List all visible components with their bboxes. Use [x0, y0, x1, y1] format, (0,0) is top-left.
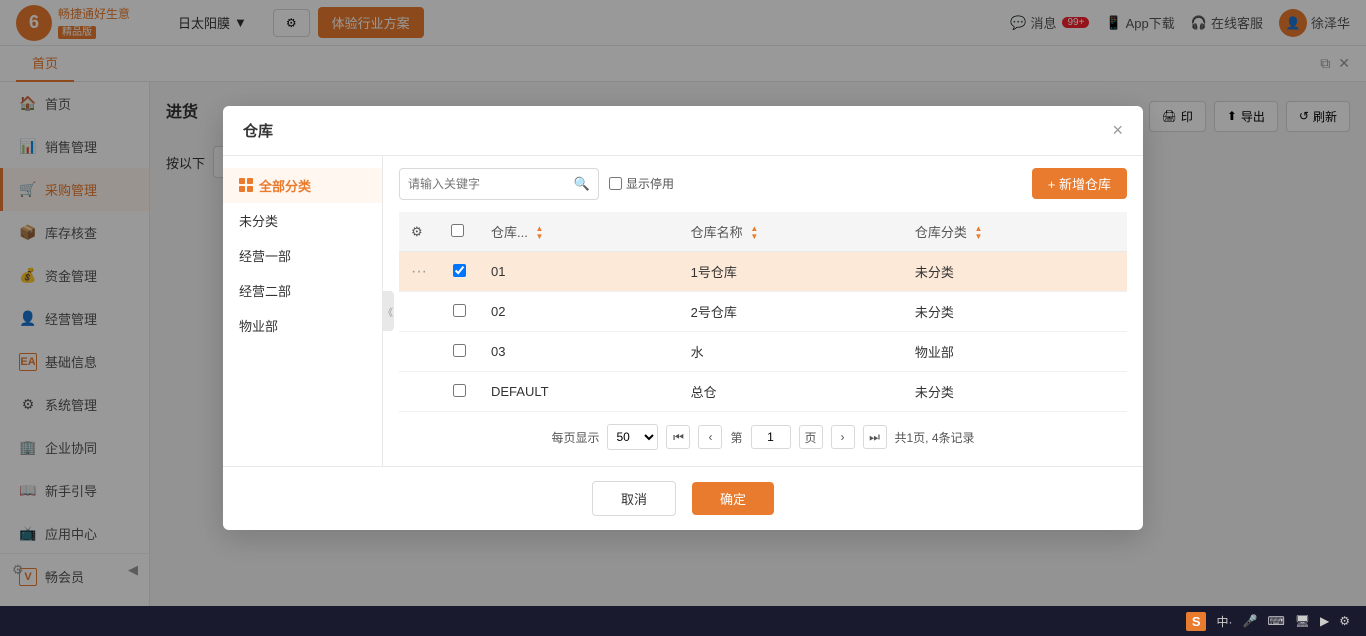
row-checkbox-cell	[439, 332, 479, 372]
row-checkbox[interactable]	[453, 384, 466, 397]
col-header-category: 仓库分类 ▲▼	[903, 212, 1127, 252]
per-page-select[interactable]: 50 20 100	[607, 424, 658, 450]
last-page-button[interactable]: ⏭	[863, 425, 887, 449]
search-box: 🔍	[399, 168, 599, 200]
table-area: 🔍 显示停用 + 新增仓库 ⚙	[383, 156, 1143, 467]
row-name: 水	[679, 332, 903, 372]
col-header-name: 仓库名称 ▲▼	[679, 212, 903, 252]
status-keyboard-icon[interactable]: ⌨	[1267, 614, 1284, 628]
pagination: 每页显示 50 20 100 ⏮ ‹ 第 页 › ⏭ 共1页, 4条记录	[399, 412, 1127, 454]
row-category: 未分类	[903, 292, 1127, 332]
per-page-label: 每页显示	[551, 429, 599, 446]
warehouse-table: ⚙ 仓库... ▲▼ 仓库名称 ▲▼	[399, 212, 1127, 413]
row-checkbox[interactable]	[453, 344, 466, 357]
row-dots[interactable]	[399, 292, 439, 332]
modal-close-button[interactable]: ×	[1112, 121, 1123, 139]
row-checkbox[interactable]	[453, 264, 466, 277]
modal-title: 仓库	[243, 120, 273, 141]
table-row[interactable]: DEFAULT 总仓 未分类	[399, 372, 1127, 412]
row-category: 未分类	[903, 372, 1127, 412]
page-input[interactable]	[751, 425, 791, 449]
row-category: 未分类	[903, 252, 1127, 292]
status-gear-icon[interactable]: ⚙	[1339, 614, 1350, 628]
row-checkbox-cell	[439, 372, 479, 412]
row-code: 01	[479, 252, 679, 292]
warehouse-modal: 仓库 × 《 全部分类 未分类 经营一部	[223, 106, 1143, 531]
first-page-button[interactable]: ⏮	[666, 425, 690, 449]
status-lang[interactable]: 中·	[1216, 613, 1232, 630]
row-name: 总仓	[679, 372, 903, 412]
table-row[interactable]: 03 水 物业部	[399, 332, 1127, 372]
select-all-checkbox[interactable]	[451, 224, 464, 237]
add-warehouse-button[interactable]: + 新增仓库	[1032, 168, 1127, 199]
row-dots[interactable]	[399, 332, 439, 372]
table-toolbar: 🔍 显示停用 + 新增仓库	[399, 168, 1127, 200]
category-item-property[interactable]: 物业部	[223, 308, 382, 343]
col-header-check	[439, 212, 479, 252]
category-sidebar: 《 全部分类 未分类 经营一部 经营二部 物业部	[223, 156, 383, 467]
col-header-code: 仓库... ▲▼	[479, 212, 679, 252]
row-name: 1号仓库	[679, 252, 903, 292]
search-icon: 🔍	[574, 176, 590, 192]
row-checkbox[interactable]	[453, 304, 466, 317]
total-label: 共1页, 4条记录	[895, 429, 975, 446]
row-name: 2号仓库	[679, 292, 903, 332]
show-disabled-checkbox[interactable]	[609, 177, 622, 190]
row-code: 02	[479, 292, 679, 332]
page-label: 页	[799, 425, 823, 449]
modal-footer: 取消 确定	[223, 466, 1143, 530]
three-dots-icon[interactable]: ···	[411, 263, 427, 280]
col-header-setting: ⚙	[399, 212, 439, 252]
category-item-unclassified[interactable]: 未分类	[223, 203, 382, 238]
show-disabled-label: 显示停用	[626, 175, 674, 192]
sort-name-icon: ▲▼	[750, 225, 758, 241]
row-checkbox-cell	[439, 292, 479, 332]
grid-icon	[239, 178, 253, 192]
row-dots[interactable]: ···	[399, 252, 439, 292]
sort-code-icon: ▲▼	[535, 225, 543, 241]
row-category: 物业部	[903, 332, 1127, 372]
table-row[interactable]: 02 2号仓库 未分类	[399, 292, 1127, 332]
category-item-ops2[interactable]: 经营二部	[223, 273, 382, 308]
prev-page-button[interactable]: ‹	[698, 425, 722, 449]
next-page-button[interactable]: ›	[831, 425, 855, 449]
row-checkbox-cell	[439, 252, 479, 292]
row-code: 03	[479, 332, 679, 372]
category-item-all[interactable]: 全部分类	[223, 168, 382, 203]
table-row[interactable]: ··· 01 1号仓库 未分类	[399, 252, 1127, 292]
status-mic-icon[interactable]: 🎤	[1242, 614, 1257, 628]
confirm-button[interactable]: 确定	[692, 482, 774, 515]
status-logo: S	[1186, 612, 1207, 631]
status-monitor-icon[interactable]: 🖥	[1295, 614, 1310, 628]
page-word: 第	[730, 429, 742, 446]
modal-overlay: 仓库 × 《 全部分类 未分类 经营一部	[0, 0, 1366, 636]
search-input[interactable]	[408, 177, 574, 191]
modal-body: 《 全部分类 未分类 经营一部 经营二部 物业部	[223, 156, 1143, 467]
cancel-button[interactable]: 取消	[592, 481, 676, 516]
category-item-ops1[interactable]: 经营一部	[223, 238, 382, 273]
collapse-button[interactable]: 《	[382, 291, 394, 331]
row-code: DEFAULT	[479, 372, 679, 412]
status-bar: S 中· 🎤 ⌨ 🖥 ▶ ⚙	[0, 606, 1366, 636]
modal-header: 仓库 ×	[223, 106, 1143, 156]
show-disabled-area: 显示停用	[609, 175, 674, 192]
row-dots[interactable]	[399, 372, 439, 412]
sort-category-icon: ▲▼	[974, 225, 982, 241]
status-play-icon[interactable]: ▶	[1320, 614, 1329, 628]
